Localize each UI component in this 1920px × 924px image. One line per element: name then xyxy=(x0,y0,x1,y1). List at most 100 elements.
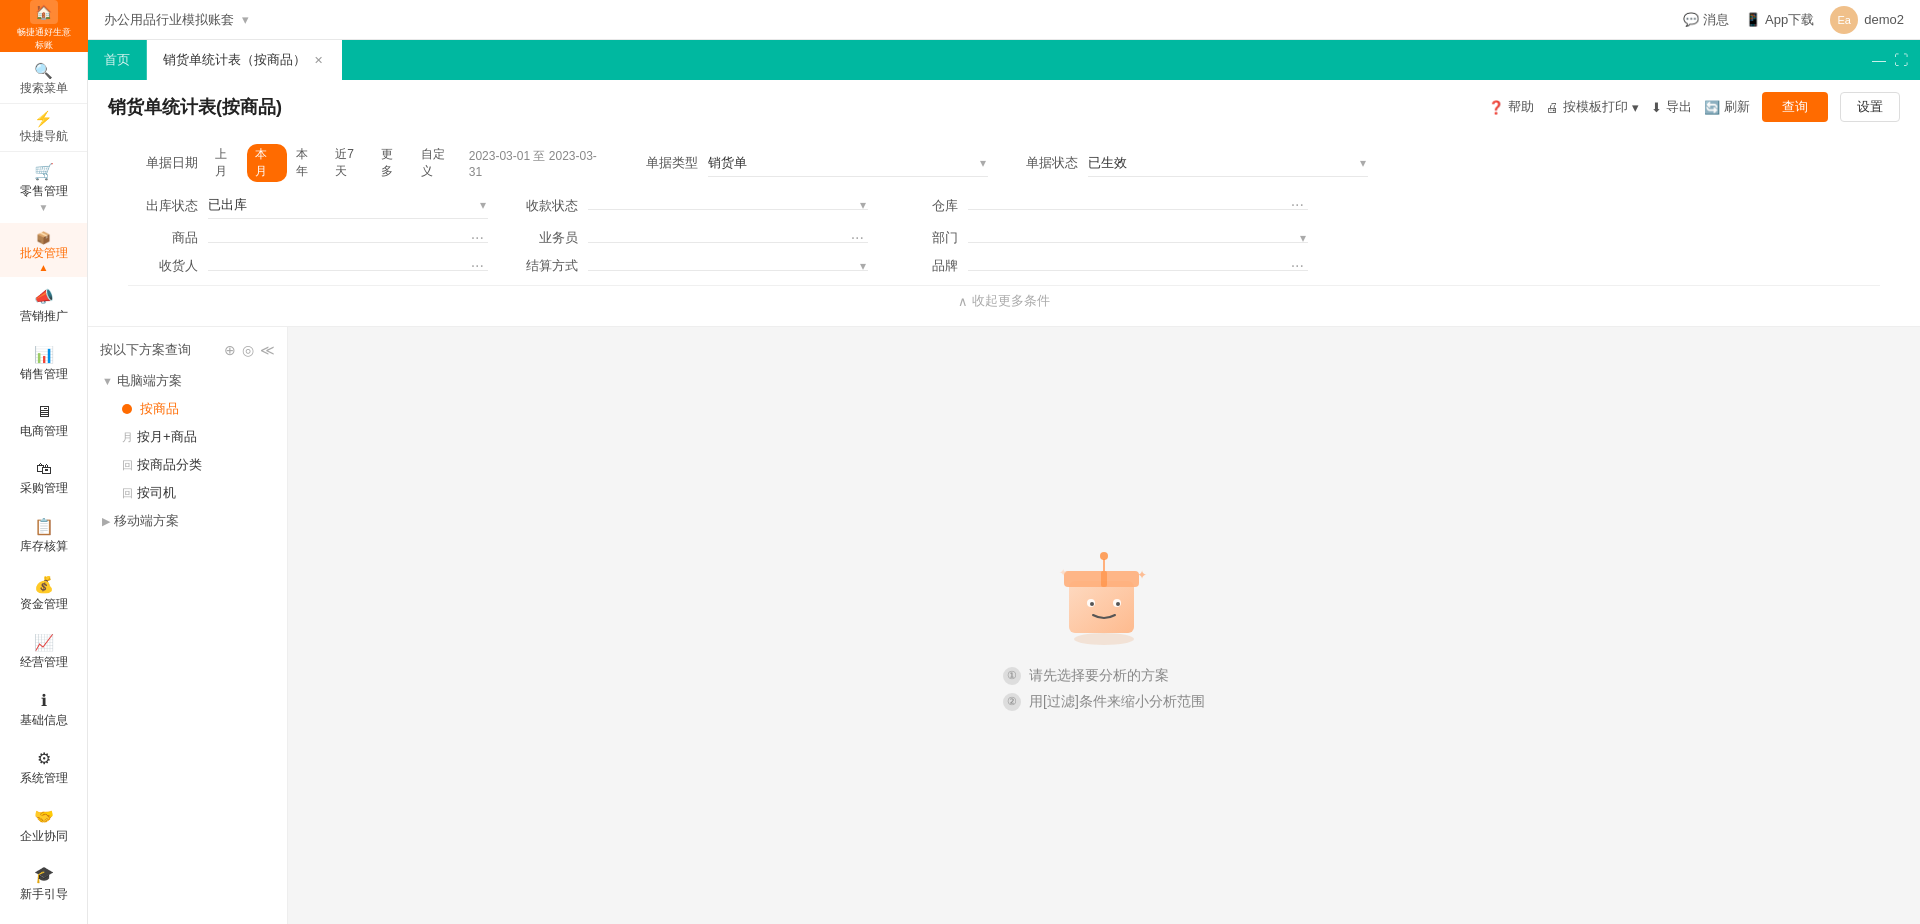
sidebar-item-base[interactable]: ℹ 基础信息 xyxy=(0,681,87,739)
recv-status-select[interactable]: ▾ xyxy=(588,201,868,210)
tree-item-by-goods[interactable]: 按商品 xyxy=(116,395,279,423)
filter-row-4: 收货人 ··· 结算方式 ▾ 品牌 ··· xyxy=(128,257,1880,275)
filter-area: 单据日期 上月 本月 本年 近7天 更多 自定义 2023-03-01 至 20… xyxy=(108,132,1900,326)
goods-input[interactable]: ··· xyxy=(208,234,488,243)
tab-maximize-icon[interactable]: ⛶ xyxy=(1894,52,1908,68)
filter-row-1: 单据日期 上月 本月 本年 近7天 更多 自定义 2023-03-01 至 20… xyxy=(128,144,1880,182)
edit-scheme-icon[interactable]: ◎ xyxy=(242,342,254,358)
out-status-select[interactable]: 已出库 ▾ xyxy=(208,192,488,219)
sidebar-item-finance[interactable]: 💰 资金管理 xyxy=(0,565,87,623)
enterprise-icon: 🤝 xyxy=(34,807,54,826)
sidebar-item-system[interactable]: ⚙ 系统管理 xyxy=(0,739,87,797)
empty-step-2: ② 用[过滤]条件来缩小分析范围 xyxy=(1003,693,1205,711)
brand-dots[interactable]: ··· xyxy=(1291,257,1304,275)
brand-input[interactable]: ··· xyxy=(968,262,1308,271)
sidebar-item-ops[interactable]: 📈 经营管理 xyxy=(0,623,87,681)
app-logo[interactable]: 🏠 畅捷通好生意 标账 xyxy=(0,0,88,52)
by-printer-label: 按司机 xyxy=(137,484,176,502)
app-download-btn[interactable]: 📱 App下载 xyxy=(1745,11,1814,29)
export-label: 导出 xyxy=(1666,98,1692,116)
sidebar-item-newbie[interactable]: 🎓 新手引导 xyxy=(0,855,87,913)
step2-text: 用[过滤]条件来缩小分析范围 xyxy=(1029,693,1205,711)
pc-tree-children: 按商品 月 按月+商品 回 按商品分类 回 按司机 xyxy=(96,395,279,507)
out-status-label: 出库状态 xyxy=(128,197,208,215)
wholesale-icon: 📦 xyxy=(36,231,51,245)
empty-text: ① 请先选择要分析的方案 ② 用[过滤]条件来缩小分析范围 xyxy=(1003,667,1205,711)
page-header-top: 销货单统计表(按商品) ❓ 帮助 🖨 按模板打印 ▾ ⬇ 导出 xyxy=(108,92,1900,122)
printer-icon: 回 xyxy=(122,486,133,501)
tree-item-by-month-goods[interactable]: 月 按月+商品 xyxy=(116,423,279,451)
sales-label: 销售管理 xyxy=(20,366,68,383)
setting-button[interactable]: 设置 xyxy=(1840,92,1900,122)
sidebar-item-enterprise[interactable]: 🤝 企业协同 xyxy=(0,797,87,855)
dept-label: 部门 xyxy=(888,229,968,247)
newbie-icon: 🎓 xyxy=(34,865,54,884)
sidebar-item-purchase[interactable]: 🛍 采购管理 xyxy=(0,450,87,507)
sales-icon: 📊 xyxy=(34,345,54,364)
warehouse-input[interactable]: ··· xyxy=(968,201,1308,210)
doc-status-select[interactable]: 已生效 ▾ xyxy=(1088,150,1368,177)
tree-item-by-goods-cat[interactable]: 回 按商品分类 xyxy=(116,451,279,479)
ecom-label: 电商管理 xyxy=(20,423,68,440)
export-icon: ⬇ xyxy=(1651,100,1662,115)
date-btn-this-year[interactable]: 本年 xyxy=(289,144,326,182)
sidebar-item-quick[interactable]: ⚡ 快捷导航 xyxy=(0,104,87,152)
doc-type-select[interactable]: 销货单 ▾ xyxy=(708,150,988,177)
message-btn[interactable]: 💬 消息 xyxy=(1683,11,1729,29)
tab-close-icon[interactable]: ✕ xyxy=(312,53,325,68)
pc-section-header[interactable]: ▼ 电脑端方案 xyxy=(96,367,279,395)
tab-home[interactable]: 首页 xyxy=(88,40,147,80)
refresh-btn[interactable]: 🔄 刷新 xyxy=(1704,98,1750,116)
sidebar-item-marketing[interactable]: 📣 营销推广 xyxy=(0,277,87,335)
sidebar-item-wholesale[interactable]: 📦 批发管理 ▲ xyxy=(0,223,87,277)
month-icon: 月 xyxy=(122,430,133,445)
sidebar-item-stock[interactable]: 📋 库存核算 xyxy=(0,507,87,565)
tab-sales-stat[interactable]: 销货单统计表（按商品） ✕ xyxy=(147,40,342,80)
date-btn-custom[interactable]: 自定义 xyxy=(414,144,463,182)
export-btn[interactable]: ⬇ 导出 xyxy=(1651,98,1692,116)
date-btn-last-month[interactable]: 上月 xyxy=(208,144,245,182)
print-dropdown-icon: ▾ xyxy=(1632,100,1639,115)
tree-item-by-printer[interactable]: 回 按司机 xyxy=(116,479,279,507)
tab-minimize-icon[interactable]: — xyxy=(1872,52,1886,68)
filter-row-2: 出库状态 已出库 ▾ 收款状态 ▾ 仓库 ··· xyxy=(128,192,1880,219)
payment-select[interactable]: ▾ xyxy=(588,262,868,271)
chevron-up-icon: ∧ xyxy=(958,294,968,309)
refresh-label: 刷新 xyxy=(1724,98,1750,116)
sidebar-item-retail[interactable]: 🛒 零售管理 ▼ xyxy=(0,152,87,223)
app-download-label: App下载 xyxy=(1765,11,1814,29)
user-menu[interactable]: Ea demo2 xyxy=(1830,6,1904,34)
empty-illustration: ✦ ✦ xyxy=(1049,541,1159,651)
content-body: 按以下方案查询 ⊕ ◎ ≪ ▼ 电脑端方案 xyxy=(88,327,1920,924)
consignee-input[interactable]: ··· xyxy=(208,262,488,271)
staff-input[interactable]: ··· xyxy=(588,234,868,243)
stock-label: 库存核算 xyxy=(20,538,68,555)
system-label: 系统管理 xyxy=(20,770,68,787)
sidebar-item-sales[interactable]: 📊 销售管理 xyxy=(0,335,87,393)
date-btn-7days[interactable]: 近7天 xyxy=(328,144,372,182)
goods-dots[interactable]: ··· xyxy=(471,229,484,247)
template-print-btn[interactable]: 🖨 按模板打印 ▾ xyxy=(1546,98,1639,116)
staff-dots[interactable]: ··· xyxy=(851,229,864,247)
help-btn[interactable]: ❓ 帮助 xyxy=(1488,98,1534,116)
consignee-dots[interactable]: ··· xyxy=(471,257,484,275)
dept-select[interactable]: ▾ xyxy=(968,234,1308,243)
add-scheme-icon[interactable]: ⊕ xyxy=(224,342,236,358)
collapse-bar[interactable]: ∧ 收起更多条件 xyxy=(128,285,1880,314)
tree-section: ▼ 电脑端方案 按商品 月 按月+商品 回 xyxy=(88,367,287,535)
warehouse-dots[interactable]: ··· xyxy=(1291,196,1304,214)
purchase-icon: 🛍 xyxy=(36,460,52,478)
sidebar-item-ecom[interactable]: 🖥 电商管理 xyxy=(0,393,87,450)
date-btn-this-month[interactable]: 本月 xyxy=(247,144,286,182)
collapse-panel-icon[interactable]: ≪ xyxy=(260,342,275,358)
query-button[interactable]: 查询 xyxy=(1762,92,1828,122)
print-icon: 🖨 xyxy=(1546,100,1559,115)
date-btn-more[interactable]: 更多 xyxy=(374,144,411,182)
dropdown-arrow[interactable]: ▾ xyxy=(242,12,249,27)
mobile-section-header[interactable]: ▶ 移动端方案 xyxy=(96,507,279,535)
sidebar-item-search[interactable]: 🔍 搜索菜单 xyxy=(0,52,87,104)
date-group: 上月 本月 本年 近7天 更多 自定义 2023-03-01 至 2023-03… xyxy=(208,144,608,182)
sidebar-item-appstore[interactable]: 🏪 应用中心 xyxy=(0,913,87,924)
newbie-label: 新手引导 xyxy=(20,886,68,903)
help-label: 帮助 xyxy=(1508,98,1534,116)
